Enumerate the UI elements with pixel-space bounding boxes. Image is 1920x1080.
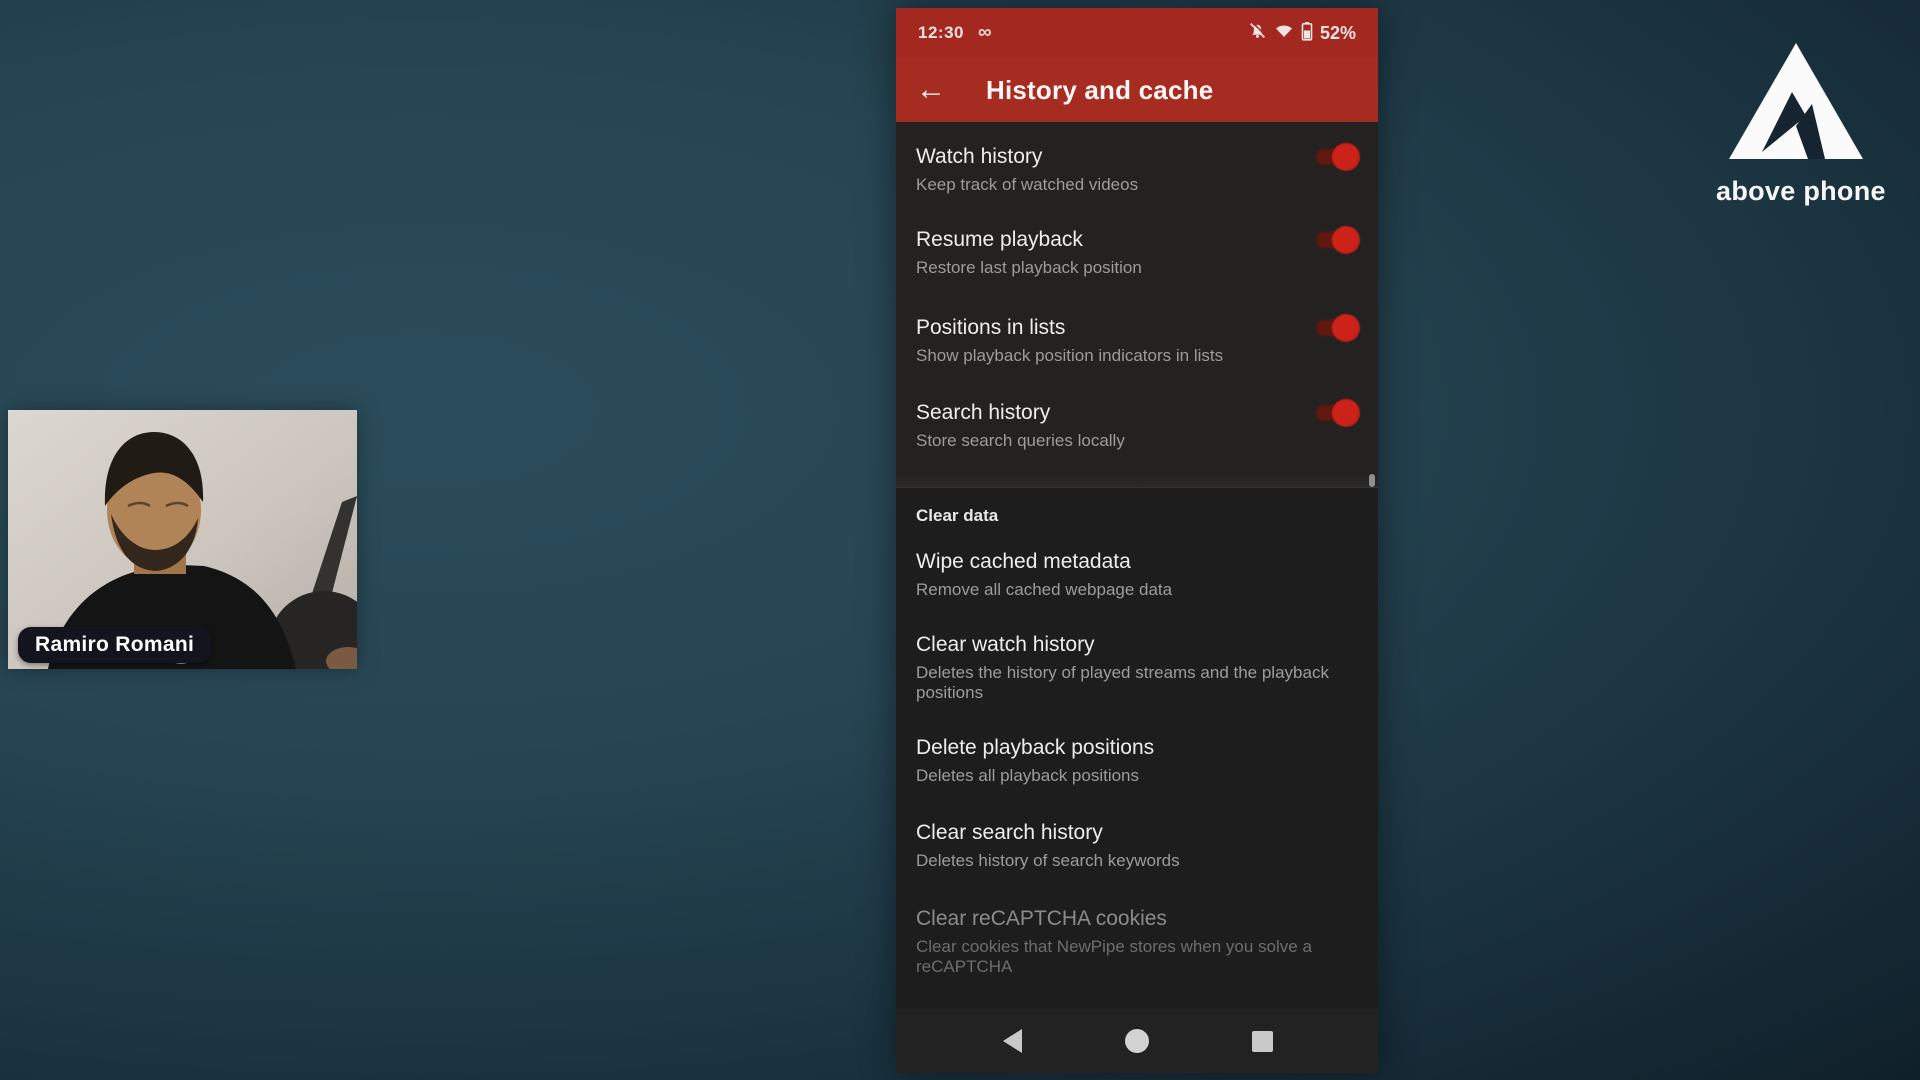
status-time: 12:30 xyxy=(918,23,964,42)
back-arrow-icon[interactable]: ← xyxy=(916,75,956,105)
phone-screen: 12:30 ∞ 52% ← History and cache Watch hi… xyxy=(896,8,1378,1073)
action-title: Wipe cached metadata xyxy=(916,550,1131,573)
data-saver-icon: ∞ xyxy=(977,22,992,43)
notifications-off-icon xyxy=(1248,21,1267,45)
resume-playback-toggle[interactable] xyxy=(1316,226,1360,254)
action-subtitle: Clear cookies that NewPipe stores when y… xyxy=(916,937,1312,976)
action-title: Clear search history xyxy=(916,821,1103,844)
action-subtitle: Deletes history of search keywords xyxy=(916,851,1180,870)
android-nav-bar xyxy=(896,1009,1378,1073)
section-divider xyxy=(896,487,1378,488)
action-clear-watch-history[interactable]: Clear watch history Deletes the history … xyxy=(916,632,1336,703)
speaker-name: Ramiro Romani xyxy=(35,633,195,656)
setting-subtitle: Store search queries locally xyxy=(916,431,1125,450)
setting-title: Search history xyxy=(916,401,1051,424)
setting-watch-history[interactable]: Watch history Keep track of watched vide… xyxy=(916,144,1336,195)
toggle-thumb xyxy=(1332,314,1360,342)
setting-resume-playback[interactable]: Resume playback Restore last playback po… xyxy=(916,227,1336,278)
battery-icon xyxy=(1301,21,1313,46)
search-history-toggle[interactable] xyxy=(1316,399,1360,427)
action-title: Clear watch history xyxy=(916,633,1095,656)
toggle-thumb xyxy=(1332,399,1360,427)
scrollbar-thumb[interactable] xyxy=(1369,474,1375,487)
action-clear-search-history[interactable]: Clear search history Deletes history of … xyxy=(916,820,1336,871)
setting-title: Resume playback xyxy=(916,228,1083,251)
toggle-thumb xyxy=(1332,226,1360,254)
setting-title: Watch history xyxy=(916,145,1043,168)
action-title: Delete playback positions xyxy=(916,736,1155,759)
settings-list: Watch history Keep track of watched vide… xyxy=(896,122,1378,1009)
speaker-name-tag: Ramiro Romani xyxy=(18,627,212,663)
positions-in-lists-toggle[interactable] xyxy=(1316,314,1360,342)
home-circle-icon xyxy=(1125,1029,1149,1053)
above-phone-logo-text: above phone xyxy=(1716,176,1886,206)
setting-subtitle: Keep track of watched videos xyxy=(916,175,1139,194)
action-subtitle: Remove all cached webpage data xyxy=(916,580,1173,599)
wifi-icon xyxy=(1274,22,1294,44)
setting-subtitle: Restore last playback position xyxy=(916,258,1142,277)
toggle-thumb xyxy=(1332,143,1360,171)
nav-recents-button[interactable] xyxy=(1250,1028,1274,1054)
recents-square-icon xyxy=(1251,1030,1273,1052)
action-wipe-cached-metadata[interactable]: Wipe cached metadata Remove all cached w… xyxy=(916,549,1336,600)
nav-back-button[interactable] xyxy=(1000,1028,1024,1054)
watch-history-toggle[interactable] xyxy=(1316,143,1360,171)
section-header-clear-data: Clear data xyxy=(916,506,999,525)
app-bar: ← History and cache xyxy=(896,58,1378,122)
action-subtitle: Deletes the history of played streams an… xyxy=(916,663,1329,702)
action-title: Clear reCAPTCHA cookies xyxy=(916,907,1167,930)
action-delete-playback-positions[interactable]: Delete playback positions Deletes all pl… xyxy=(916,735,1336,786)
back-triangle-icon xyxy=(1002,1029,1022,1053)
section-divider-glow xyxy=(896,474,1378,487)
page-title: History and cache xyxy=(986,74,1214,105)
webcam-video: 25 3 Ramiro Romani xyxy=(8,410,357,669)
setting-search-history[interactable]: Search history Store search queries loca… xyxy=(916,400,1336,451)
video-frame-background: 12:30 ∞ 52% ← History and cache Watch hi… xyxy=(0,0,1920,1080)
action-subtitle: Deletes all playback positions xyxy=(916,766,1140,785)
battery-percent: 52% xyxy=(1319,22,1356,43)
action-clear-recaptcha-cookies: Clear reCAPTCHA cookies Clear cookies th… xyxy=(916,906,1336,977)
setting-positions-in-lists[interactable]: Positions in lists Show playback positio… xyxy=(916,315,1336,366)
setting-subtitle: Show playback position indicators in lis… xyxy=(916,346,1224,365)
nav-home-button[interactable] xyxy=(1125,1028,1149,1054)
above-phone-brand: above phone xyxy=(1716,40,1886,207)
status-bar: 12:30 ∞ 52% xyxy=(896,8,1378,58)
above-phone-logo-icon xyxy=(1729,43,1863,159)
setting-title: Positions in lists xyxy=(916,316,1066,339)
